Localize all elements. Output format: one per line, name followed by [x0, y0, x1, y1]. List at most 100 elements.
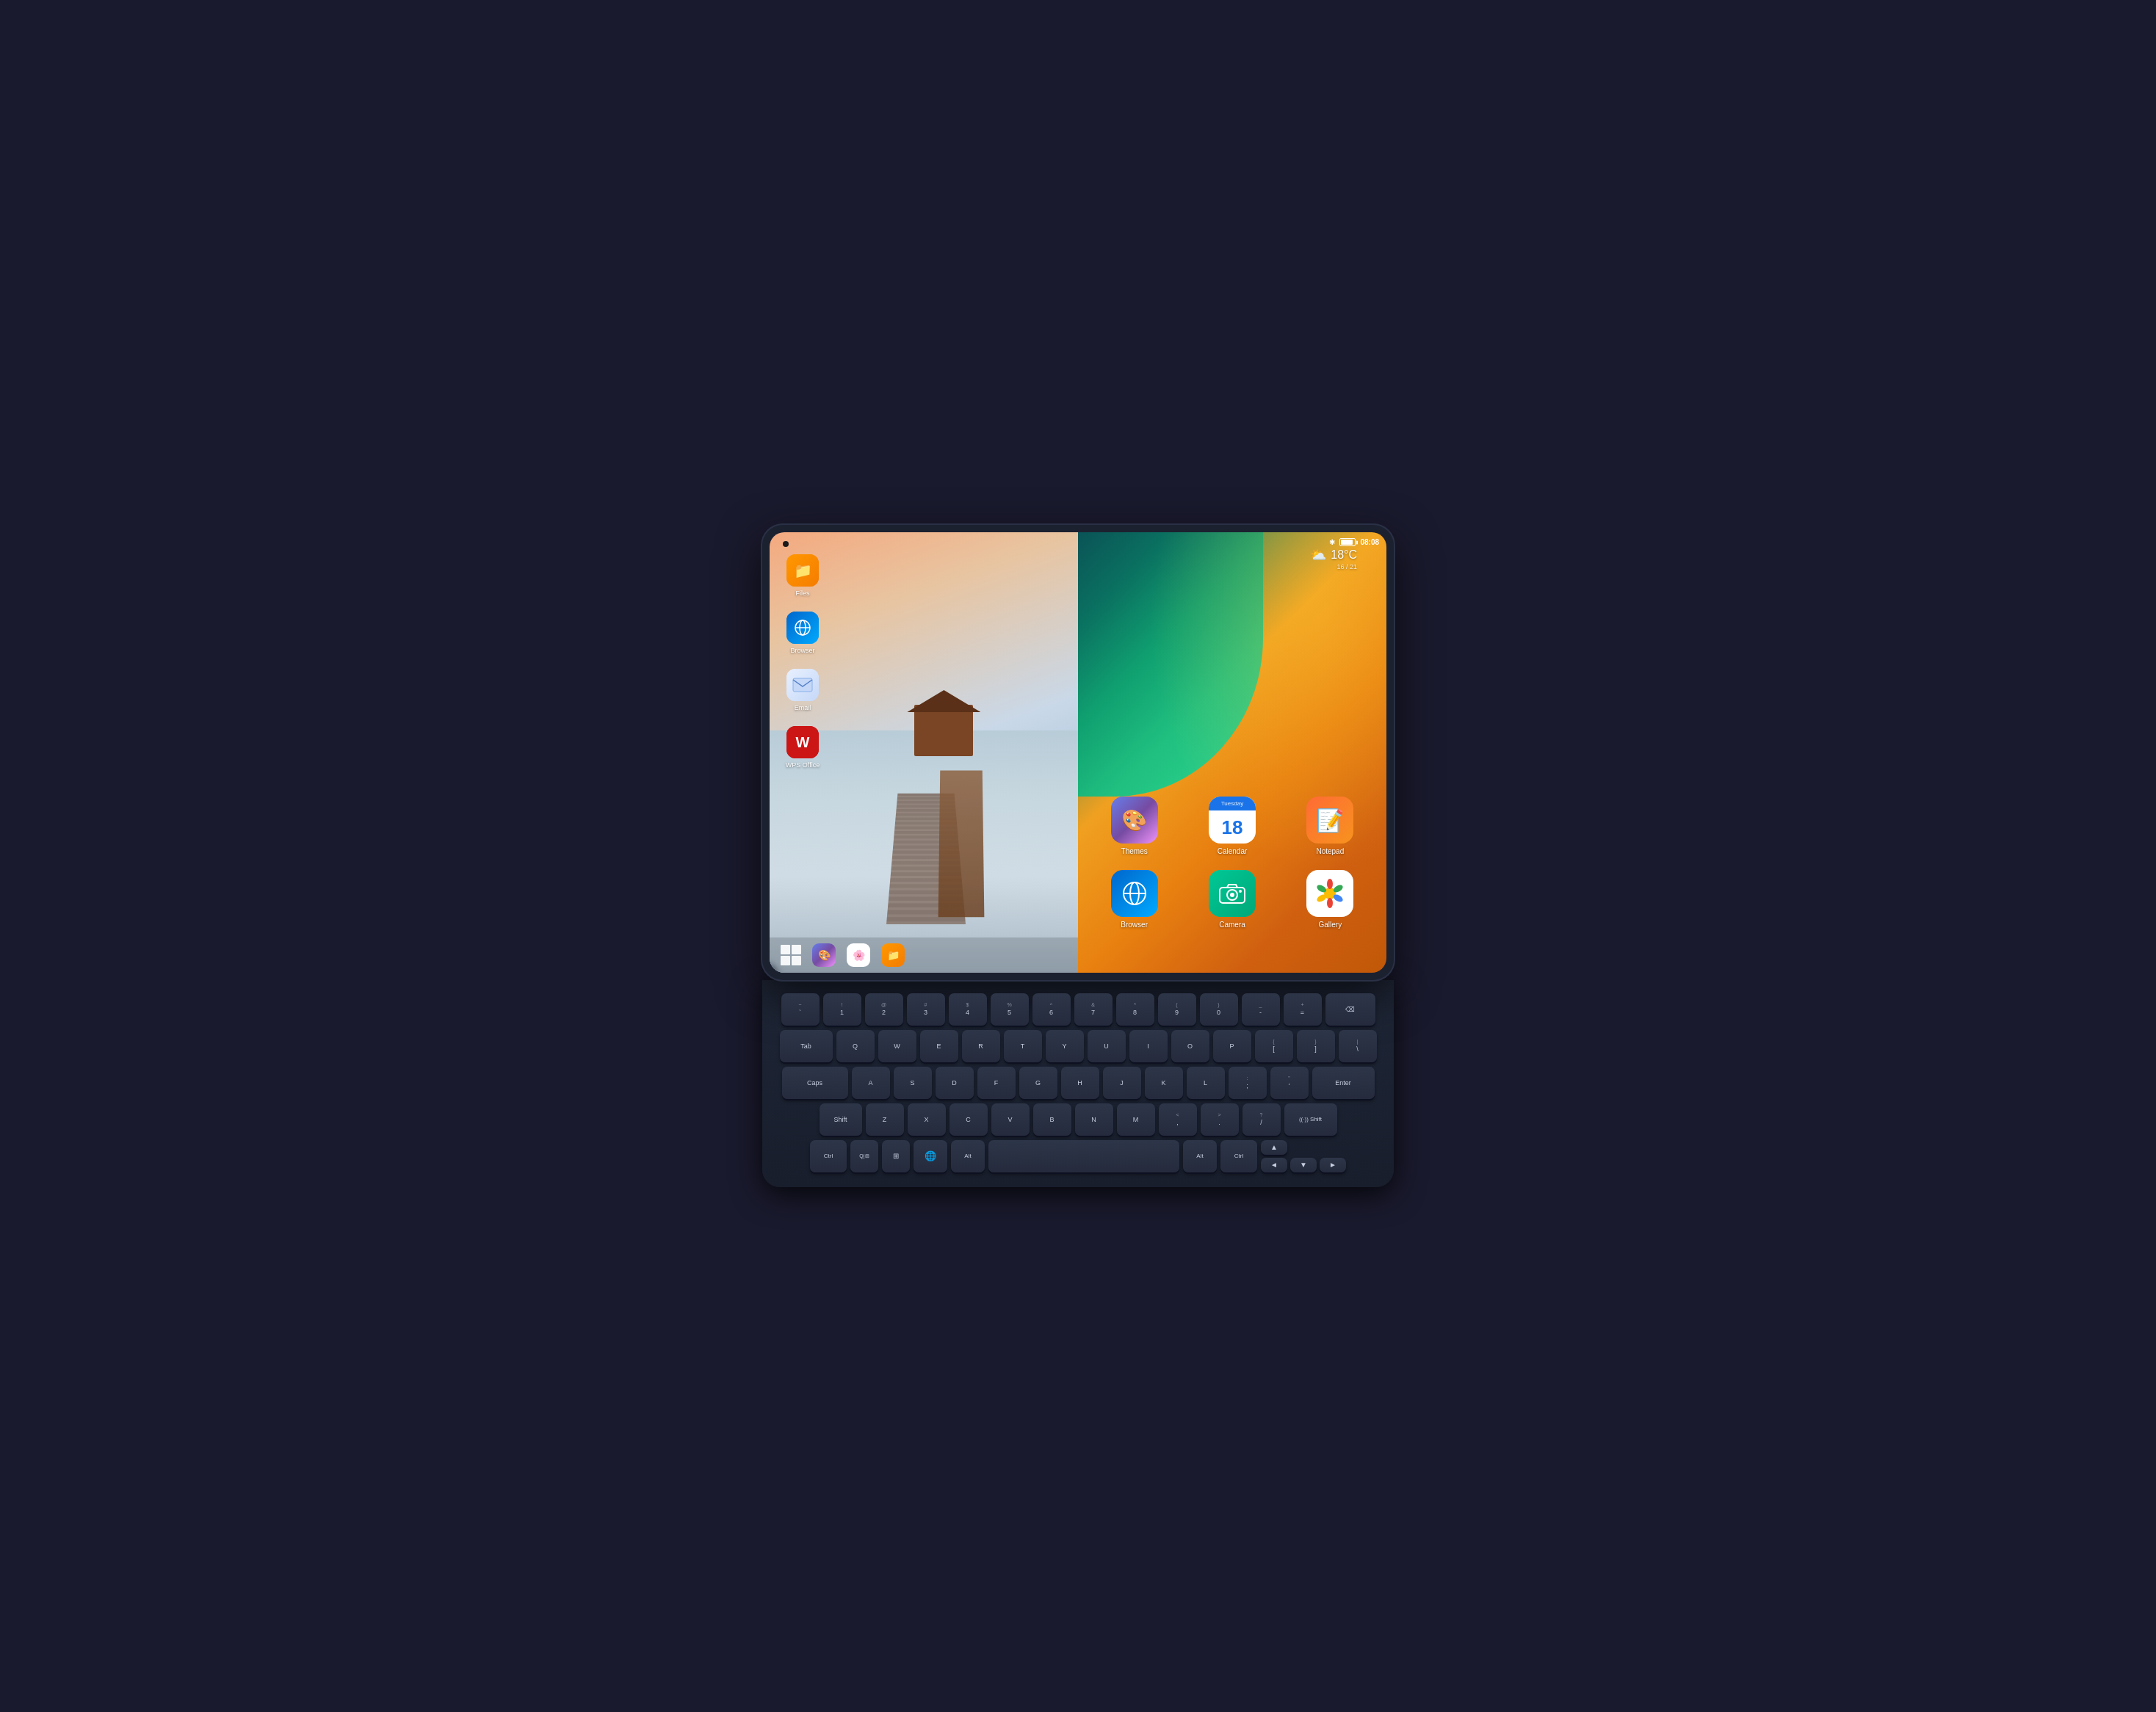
app-themes[interactable]: Themes: [1089, 797, 1179, 855]
app-email[interactable]: Email: [781, 669, 825, 711]
key-ctrl-right[interactable]: Ctrl: [1220, 1140, 1257, 1172]
app-browser-left[interactable]: Browser: [781, 612, 825, 654]
key-equals[interactable]: +=: [1284, 993, 1322, 1026]
email-icon-inner: [786, 669, 819, 701]
app-calendar[interactable]: Tuesday 18 Calendar: [1187, 797, 1277, 855]
key-k[interactable]: K: [1145, 1067, 1183, 1099]
dock-gallery[interactable]: 🌸: [847, 943, 870, 967]
key-e[interactable]: E: [920, 1030, 958, 1062]
svg-point-10: [1239, 890, 1242, 893]
key-8[interactable]: *8: [1116, 993, 1154, 1026]
camera-icon: [1209, 870, 1256, 917]
key-backspace[interactable]: ⌫: [1325, 993, 1375, 1026]
key-o[interactable]: O: [1171, 1030, 1209, 1062]
key-i[interactable]: I: [1129, 1030, 1168, 1062]
key-period[interactable]: >.: [1201, 1103, 1239, 1136]
key-v[interactable]: V: [991, 1103, 1030, 1136]
key-tab[interactable]: Tab: [780, 1030, 833, 1062]
key-a[interactable]: A: [852, 1067, 890, 1099]
key-globe[interactable]: 🌐: [914, 1140, 947, 1172]
dock-themes[interactable]: 🎨: [812, 943, 836, 967]
key-caps[interactable]: Caps: [782, 1067, 848, 1099]
calendar-day: Tuesday: [1221, 800, 1243, 807]
key-space[interactable]: [988, 1140, 1179, 1172]
status-time: 08:08: [1360, 538, 1379, 546]
key-ctrl-left[interactable]: Ctrl: [810, 1140, 847, 1172]
app-browser-right[interactable]: Browser: [1089, 870, 1179, 929]
key-x[interactable]: X: [908, 1103, 946, 1136]
key-enter[interactable]: Enter: [1312, 1067, 1375, 1099]
key-u[interactable]: U: [1088, 1030, 1126, 1062]
tablet-screen: 📁 Files: [770, 532, 1386, 973]
key-q[interactable]: Q: [836, 1030, 875, 1062]
files-icon: 📁: [786, 554, 819, 587]
key-y[interactable]: Y: [1046, 1030, 1084, 1062]
key-arrow-down[interactable]: ▼: [1290, 1158, 1317, 1172]
notepad-icon-inner: 📝: [1306, 797, 1353, 844]
key-2[interactable]: @2: [865, 993, 903, 1026]
themes-icon: [1111, 797, 1158, 844]
app-wps[interactable]: W WPS Office: [781, 726, 825, 769]
key-row-1: ~` !1 @2 #3 $4 %5 ^6 &7 *8 (9 )0 _- += ⌫: [777, 993, 1379, 1026]
key-bracket-close[interactable]: }]: [1297, 1030, 1335, 1062]
key-4[interactable]: $4: [949, 993, 987, 1026]
svg-point-9: [1230, 893, 1234, 897]
key-shift-left[interactable]: Shift: [820, 1103, 862, 1136]
key-7[interactable]: &7: [1074, 993, 1113, 1026]
key-l[interactable]: L: [1187, 1067, 1225, 1099]
gallery-icon-inner: [1306, 870, 1353, 917]
key-semicolon[interactable]: :;: [1229, 1067, 1267, 1099]
files-label: Files: [795, 590, 809, 597]
app-files[interactable]: 📁 Files: [781, 554, 825, 597]
key-t[interactable]: T: [1004, 1030, 1042, 1062]
key-bracket-open[interactable]: {[: [1255, 1030, 1293, 1062]
key-0[interactable]: )0: [1200, 993, 1238, 1026]
key-c[interactable]: C: [949, 1103, 988, 1136]
key-1[interactable]: !1: [823, 993, 861, 1026]
app-gallery[interactable]: Gallery: [1285, 870, 1375, 929]
app-camera[interactable]: Camera: [1187, 870, 1277, 929]
key-fn-win[interactable]: ⊞: [882, 1140, 910, 1172]
weather-widget: ⛅ 18°C 16 / 21: [1310, 547, 1357, 570]
key-alt-left[interactable]: Alt: [951, 1140, 985, 1172]
key-alt-right[interactable]: Alt: [1183, 1140, 1217, 1172]
key-b[interactable]: B: [1033, 1103, 1071, 1136]
key-h[interactable]: H: [1061, 1067, 1099, 1099]
key-arrow-up[interactable]: ▲: [1261, 1140, 1287, 1155]
key-minus[interactable]: _-: [1242, 993, 1280, 1026]
key-n[interactable]: N: [1075, 1103, 1113, 1136]
key-6[interactable]: ^6: [1032, 993, 1071, 1026]
bottom-dock-left: 🎨 🌸 📁: [770, 937, 1078, 973]
key-g[interactable]: G: [1019, 1067, 1057, 1099]
dock-files[interactable]: 📁: [881, 943, 905, 967]
key-w[interactable]: W: [878, 1030, 916, 1062]
key-backtick[interactable]: ~`: [781, 993, 820, 1026]
themes-label: Themes: [1121, 847, 1148, 855]
key-arrow-left[interactable]: ◄: [1261, 1158, 1287, 1172]
key-arrow-right[interactable]: ►: [1320, 1158, 1346, 1172]
key-5[interactable]: %5: [991, 993, 1029, 1026]
svg-point-15: [1327, 898, 1333, 908]
key-fn-search[interactable]: Q|⊞: [850, 1140, 878, 1172]
key-3[interactable]: #3: [907, 993, 945, 1026]
key-comma[interactable]: <,: [1159, 1103, 1197, 1136]
key-s[interactable]: S: [894, 1067, 932, 1099]
app-notepad[interactable]: 📝 Notepad: [1285, 797, 1375, 855]
key-r[interactable]: R: [962, 1030, 1000, 1062]
key-f[interactable]: F: [977, 1067, 1016, 1099]
key-slash[interactable]: ?/: [1242, 1103, 1281, 1136]
key-backslash[interactable]: |\: [1339, 1030, 1377, 1062]
dock-grid-icon[interactable]: [781, 945, 801, 965]
key-9[interactable]: (9: [1158, 993, 1196, 1026]
key-row-2: Tab Q W E R T Y U I O P {[ }] |\: [777, 1030, 1379, 1062]
weather-main-row: ⛅ 18°C: [1310, 547, 1357, 563]
key-p[interactable]: P: [1213, 1030, 1251, 1062]
weather-temperature: 18°C: [1331, 548, 1357, 562]
key-shift-right[interactable]: ((·)) Shift: [1284, 1103, 1337, 1136]
key-z[interactable]: Z: [866, 1103, 904, 1136]
gallery-icon: [1306, 870, 1353, 917]
key-d[interactable]: D: [936, 1067, 974, 1099]
key-j[interactable]: J: [1103, 1067, 1141, 1099]
key-m[interactable]: M: [1117, 1103, 1155, 1136]
key-quote[interactable]: "': [1270, 1067, 1309, 1099]
